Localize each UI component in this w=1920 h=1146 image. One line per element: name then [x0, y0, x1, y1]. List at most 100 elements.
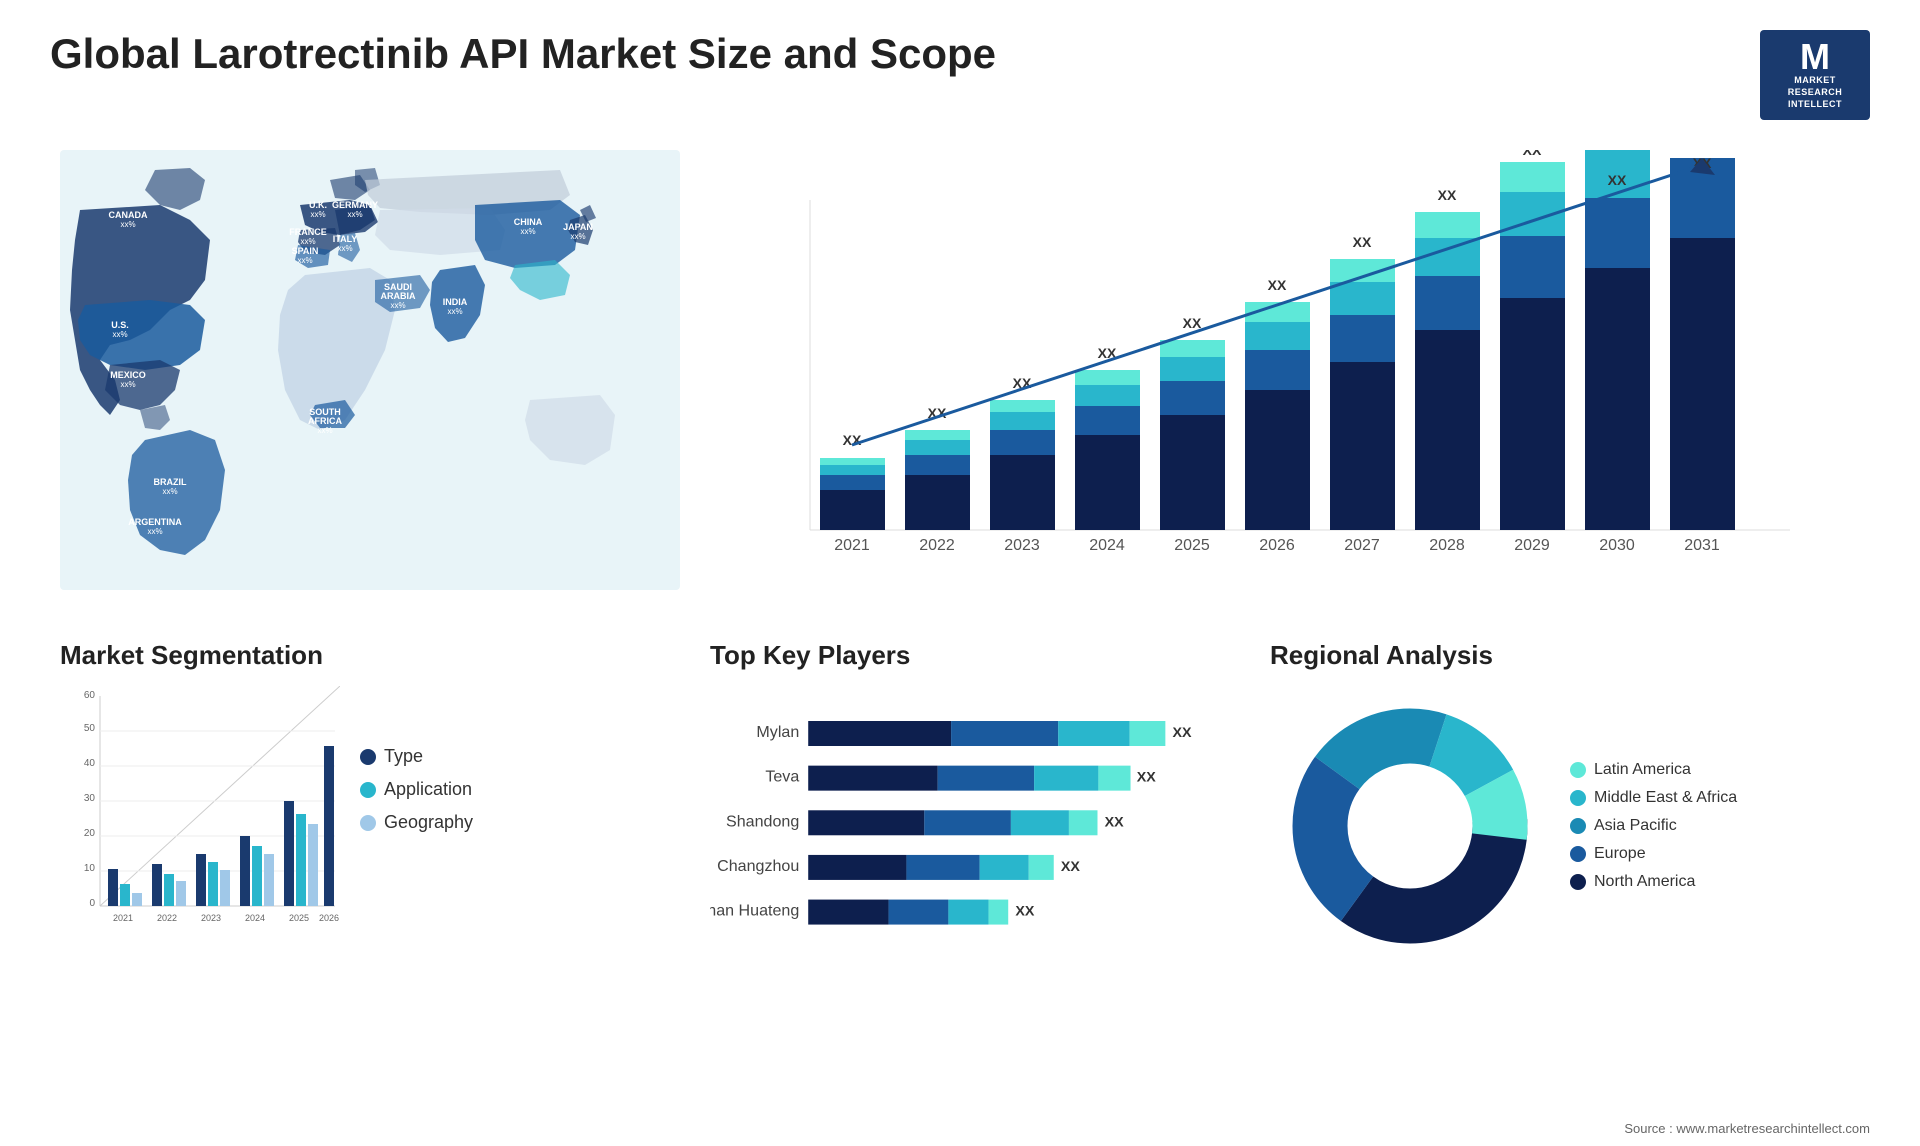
svg-text:40: 40: [84, 758, 96, 769]
svg-text:FRANCE: FRANCE: [289, 227, 327, 237]
reg-legend-europe: Europe: [1570, 845, 1737, 863]
svg-text:2030: 2030: [1599, 537, 1635, 554]
svg-text:2025: 2025: [289, 913, 309, 923]
bar-chart-section: XX XX XX XX: [680, 140, 1870, 620]
latin-america-dot: [1570, 762, 1586, 778]
svg-text:xx%: xx%: [520, 227, 535, 236]
svg-text:2026: 2026: [1259, 537, 1295, 554]
svg-text:XX: XX: [1061, 859, 1081, 875]
asia-pacific-dot: [1570, 818, 1586, 834]
svg-text:2026: 2026: [319, 913, 339, 923]
svg-text:2021: 2021: [834, 537, 870, 554]
type-dot: [360, 749, 376, 765]
north-america-label: North America: [1594, 873, 1695, 891]
svg-text:INDIA: INDIA: [443, 297, 468, 307]
canada-label: CANADA: [109, 210, 148, 220]
legend-geography-label: Geography: [384, 812, 473, 833]
source-text: Source : www.marketresearchintellect.com: [1624, 1121, 1870, 1136]
svg-text:AFRICA: AFRICA: [308, 416, 342, 426]
svg-text:xx%: xx%: [120, 380, 135, 389]
svg-text:Changzhou: Changzhou: [717, 857, 799, 875]
players-chart-svg: Mylan XX Teva XX Shandong: [710, 686, 1210, 1006]
svg-text:2022: 2022: [919, 537, 955, 554]
page-container: Global Larotrectinib API Market Size and…: [0, 0, 1920, 1146]
geography-dot: [360, 815, 376, 831]
europe-label: Europe: [1594, 845, 1646, 863]
svg-text:xx%: xx%: [390, 301, 405, 310]
svg-text:xx%: xx%: [310, 210, 325, 219]
world-map-svg: CANADA xx% U.S. xx% MEXICO xx% BRAZIL xx…: [60, 150, 680, 590]
svg-text:xx%: xx%: [147, 527, 162, 536]
latin-america-label: Latin America: [1594, 761, 1691, 779]
svg-text:2021: 2021: [113, 913, 133, 923]
reg-legend-north-america: North America: [1570, 873, 1737, 891]
svg-text:2022: 2022: [157, 913, 177, 923]
svg-text:XX: XX: [1173, 725, 1193, 741]
svg-text:50: 50: [84, 723, 96, 734]
svg-text:2029: 2029: [1514, 537, 1550, 554]
svg-text:GERMANY: GERMANY: [332, 200, 378, 210]
legend-item-geography: Geography: [360, 812, 473, 833]
svg-text:xx%: xx%: [297, 256, 312, 265]
svg-text:XX: XX: [1105, 814, 1125, 830]
svg-text:SPAIN: SPAIN: [292, 246, 319, 256]
svg-text:30: 30: [84, 793, 96, 804]
svg-text:ITALY: ITALY: [333, 234, 358, 244]
seg-chart-svg-wrap: 0 10 20 30 40 50 60: [60, 686, 340, 946]
svg-text:XX: XX: [1015, 904, 1035, 920]
segmentation-title: Market Segmentation: [60, 640, 660, 671]
svg-text:JAPAN: JAPAN: [563, 222, 593, 232]
seg-chart-container: 0 10 20 30 40 50 60: [60, 686, 660, 946]
mea-dot: [1570, 790, 1586, 806]
growth-chart-svg: XX XX XX XX: [700, 150, 1850, 590]
seg-legend: Type Application Geography: [360, 686, 473, 833]
svg-text:2024: 2024: [245, 913, 265, 923]
svg-text:XX: XX: [1268, 277, 1287, 293]
svg-text:Teva: Teva: [765, 768, 799, 786]
regional-legend: Latin America Middle East & Africa Asia …: [1570, 761, 1737, 891]
svg-text:U.K.: U.K.: [309, 200, 327, 210]
logo-container: M MARKETRESEARCHINTELLECT: [1760, 30, 1870, 120]
svg-text:BRAZIL: BRAZIL: [154, 477, 187, 487]
svg-text:2023: 2023: [201, 913, 221, 923]
svg-text:0: 0: [89, 898, 95, 909]
svg-text:XX: XX: [1608, 172, 1627, 188]
svg-text:MEXICO: MEXICO: [110, 370, 146, 380]
svg-text:Hunan Huateng: Hunan Huateng: [710, 902, 799, 920]
svg-text:2031: 2031: [1684, 537, 1720, 554]
svg-text:XX: XX: [1137, 770, 1157, 786]
svg-text:2024: 2024: [1089, 537, 1125, 554]
regional-section: Regional Analysis: [1250, 630, 1870, 1120]
donut-wrap: [1270, 686, 1550, 966]
regional-chart-container: Latin America Middle East & Africa Asia …: [1270, 686, 1850, 966]
mea-label: Middle East & Africa: [1594, 789, 1737, 807]
svg-text:xx%: xx%: [317, 426, 332, 435]
svg-text:XX: XX: [1183, 315, 1202, 331]
logo-box: M MARKETRESEARCHINTELLECT: [1760, 30, 1870, 120]
svg-text:xx%: xx%: [447, 307, 462, 316]
svg-text:Shandong: Shandong: [726, 812, 799, 830]
svg-text:xx%: xx%: [337, 244, 352, 253]
svg-text:XX: XX: [1438, 187, 1457, 203]
bottom-sections: Market Segmentation 0: [50, 630, 1870, 1120]
svg-text:xx%: xx%: [120, 220, 135, 229]
header: Global Larotrectinib API Market Size and…: [50, 30, 1870, 120]
key-players-section: Top Key Players Mylan XX Teva: [690, 630, 1230, 1120]
svg-text:XX: XX: [1523, 150, 1542, 158]
reg-legend-asia-pacific: Asia Pacific: [1570, 817, 1737, 835]
svg-text:XX: XX: [1353, 234, 1372, 250]
key-players-title: Top Key Players: [710, 640, 1210, 671]
svg-text:xx%: xx%: [162, 487, 177, 496]
europe-dot: [1570, 846, 1586, 862]
svg-text:60: 60: [84, 690, 96, 701]
svg-text:20: 20: [84, 828, 96, 839]
svg-text:2028: 2028: [1429, 537, 1465, 554]
svg-text:xx%: xx%: [112, 330, 127, 339]
logo-letter: M: [1800, 39, 1830, 75]
svg-text:2025: 2025: [1174, 537, 1210, 554]
logo-text: MARKETRESEARCHINTELLECT: [1788, 75, 1843, 110]
map-section: CANADA xx% U.S. xx% MEXICO xx% BRAZIL xx…: [50, 140, 670, 620]
legend-application-label: Application: [384, 779, 472, 800]
segmentation-section: Market Segmentation 0: [50, 630, 670, 1120]
svg-text:xx%: xx%: [570, 232, 585, 241]
